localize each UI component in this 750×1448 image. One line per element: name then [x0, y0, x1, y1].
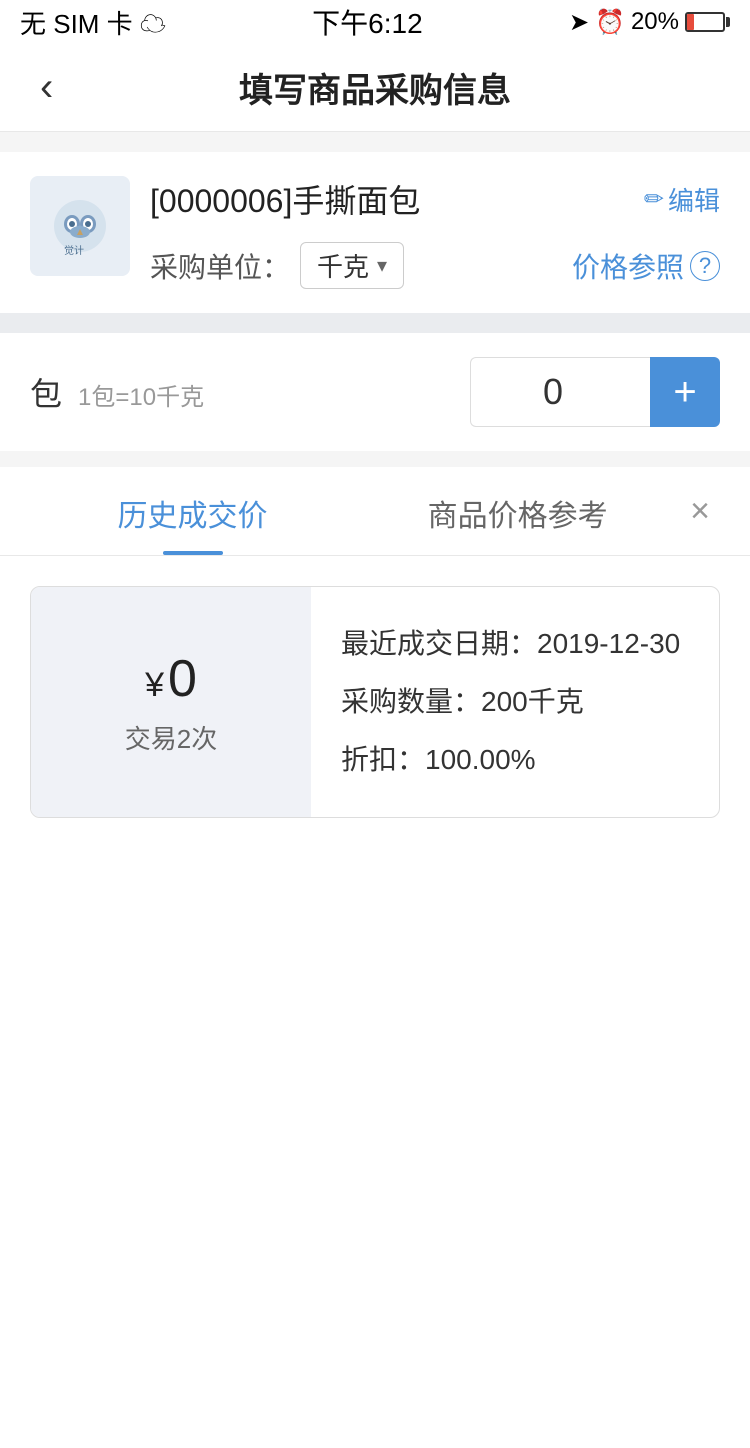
unit-hint: 1包=10千克 — [78, 377, 204, 412]
status-right: ➤ ⏰ 20% — [569, 8, 730, 37]
unit-selector[interactable]: 千克 ▾ — [300, 242, 404, 289]
quantity-plus-button[interactable]: + — [650, 357, 720, 427]
help-icon: ? — [690, 251, 720, 281]
edit-button[interactable]: ✏ 编辑 — [644, 181, 720, 218]
product-name: [0000006]手撕面包 — [150, 176, 420, 222]
product-image: 觉计 — [30, 176, 130, 276]
history-recent-date: 最近成交日期：2019-12-30 — [341, 623, 689, 665]
tab-product-price-ref[interactable]: 商品价格参考 — [355, 467, 680, 555]
tab-history-price[interactable]: 历史成交价 — [30, 467, 355, 555]
svg-text:觉计: 觉计 — [64, 244, 84, 256]
product-info: [0000006]手撕面包 ✏ 编辑 采购单位： 千克 ▾ 价格参照 ? — [150, 176, 720, 289]
history-quantity: 采购数量：200千克 — [341, 681, 689, 723]
unit-badge: 包 — [30, 369, 62, 415]
bottom-space — [0, 848, 750, 1448]
quantity-row: 包 1包=10千克 + — [0, 333, 750, 451]
tab-section: 历史成交价 商品价格参考 × ¥0 交易2次 最近成交日期：2019-12-30… — [0, 467, 750, 848]
sim-label: 无 SIM 卡 ☁ — [20, 4, 166, 41]
price-reference-button[interactable]: 价格参照 ? — [572, 246, 720, 286]
history-discount: 折扣：100.00% — [341, 739, 689, 781]
status-bar: 无 SIM 卡 ☁ 下午6:12 ➤ ⏰ 20% — [0, 0, 750, 44]
edit-icon: ✏ — [644, 185, 664, 214]
tab-content-history: ¥0 交易2次 最近成交日期：2019-12-30 采购数量：200千克 折扣：… — [0, 556, 750, 848]
section-divider — [0, 313, 750, 333]
nav-bar: ‹ 填写商品采购信息 — [0, 44, 750, 132]
history-price-column: ¥0 交易2次 — [31, 587, 311, 817]
owl-logo: 觉计 — [50, 196, 110, 256]
page-title: 填写商品采购信息 — [239, 63, 511, 112]
battery-percent: 20% — [631, 8, 679, 36]
history-price-value: ¥0 — [145, 649, 197, 709]
history-detail-column: 最近成交日期：2019-12-30 采购数量：200千克 折扣：100.00% — [311, 587, 719, 817]
dropdown-arrow-icon: ▾ — [377, 253, 387, 278]
battery-icon — [685, 12, 730, 32]
status-left: 无 SIM 卡 ☁ — [20, 4, 166, 41]
quantity-input-group: + — [470, 357, 720, 427]
tab-close-button[interactable]: × — [680, 482, 720, 541]
status-time: 下午6:12 — [312, 2, 423, 42]
tab-bar: 历史成交价 商品价格参考 × — [0, 467, 750, 556]
unit-label: 采购单位： — [150, 246, 290, 286]
history-trade-count: 交易2次 — [125, 719, 217, 756]
history-card: ¥0 交易2次 最近成交日期：2019-12-30 采购数量：200千克 折扣：… — [30, 586, 720, 818]
back-button[interactable]: ‹ — [30, 55, 63, 120]
product-card: 觉计 [0000006]手撕面包 ✏ 编辑 采购单位： 千克 ▾ — [0, 152, 750, 313]
quantity-input[interactable] — [470, 357, 650, 427]
location-icon: ➤ — [569, 8, 589, 37]
currency-symbol: ¥ — [145, 666, 164, 704]
alarm-icon: ⏰ — [595, 8, 625, 37]
